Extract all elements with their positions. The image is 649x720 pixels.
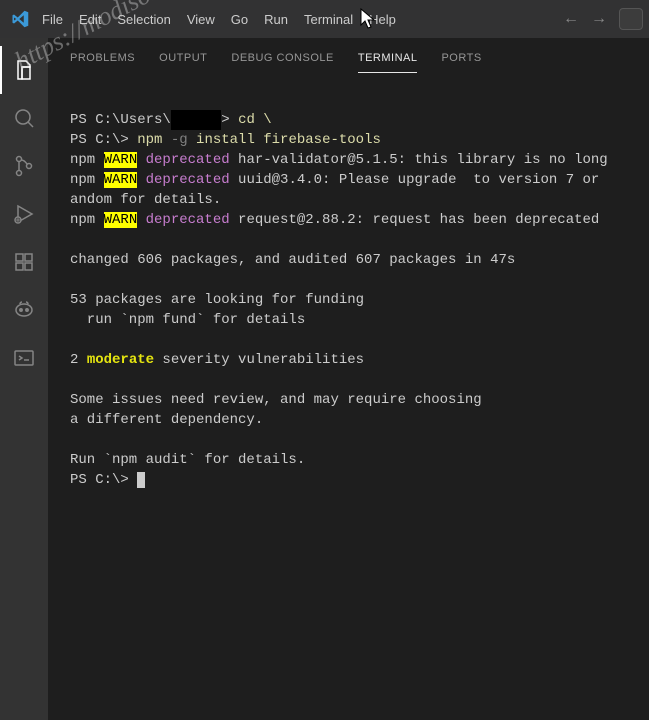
menu-edit[interactable]: Edit	[71, 8, 109, 31]
nav-back-icon[interactable]: ←	[557, 10, 585, 28]
panel: PROBLEMS OUTPUT DEBUG CONSOLE TERMINAL P…	[48, 38, 649, 720]
vscode-logo-icon	[6, 10, 34, 28]
menu-terminal[interactable]: Terminal	[296, 8, 361, 31]
tab-debug-console[interactable]: DEBUG CONSOLE	[231, 46, 333, 73]
menu-view[interactable]: View	[179, 8, 223, 31]
title-bar: File Edit Selection View Go Run Terminal…	[0, 0, 649, 38]
layout-toggle[interactable]	[619, 8, 643, 30]
menu-selection[interactable]: Selection	[109, 8, 178, 31]
terminal-output[interactable]: PS C:\Users\xxxxxx> cd \ PS C:\> npm -g …	[48, 74, 649, 720]
tab-output[interactable]: OUTPUT	[159, 46, 207, 73]
tab-terminal[interactable]: TERMINAL	[358, 46, 418, 73]
menu-go[interactable]: Go	[223, 8, 256, 31]
menu-run[interactable]: Run	[256, 8, 296, 31]
extensions-icon[interactable]	[0, 238, 48, 286]
panel-tabs: PROBLEMS OUTPUT DEBUG CONSOLE TERMINAL P…	[48, 38, 649, 74]
nav-forward-icon[interactable]: →	[585, 10, 613, 28]
copilot-icon[interactable]	[0, 286, 48, 334]
run-debug-icon[interactable]	[0, 190, 48, 238]
explorer-icon[interactable]	[0, 46, 48, 94]
menu-help[interactable]: Help	[361, 8, 404, 31]
tab-ports[interactable]: PORTS	[441, 46, 481, 73]
tab-problems[interactable]: PROBLEMS	[70, 46, 135, 73]
menu-file[interactable]: File	[34, 8, 71, 31]
terminal-cursor	[137, 472, 145, 488]
activity-bar	[0, 38, 48, 720]
search-icon[interactable]	[0, 94, 48, 142]
terminal-shortcut-icon[interactable]	[0, 334, 48, 382]
source-control-icon[interactable]	[0, 142, 48, 190]
